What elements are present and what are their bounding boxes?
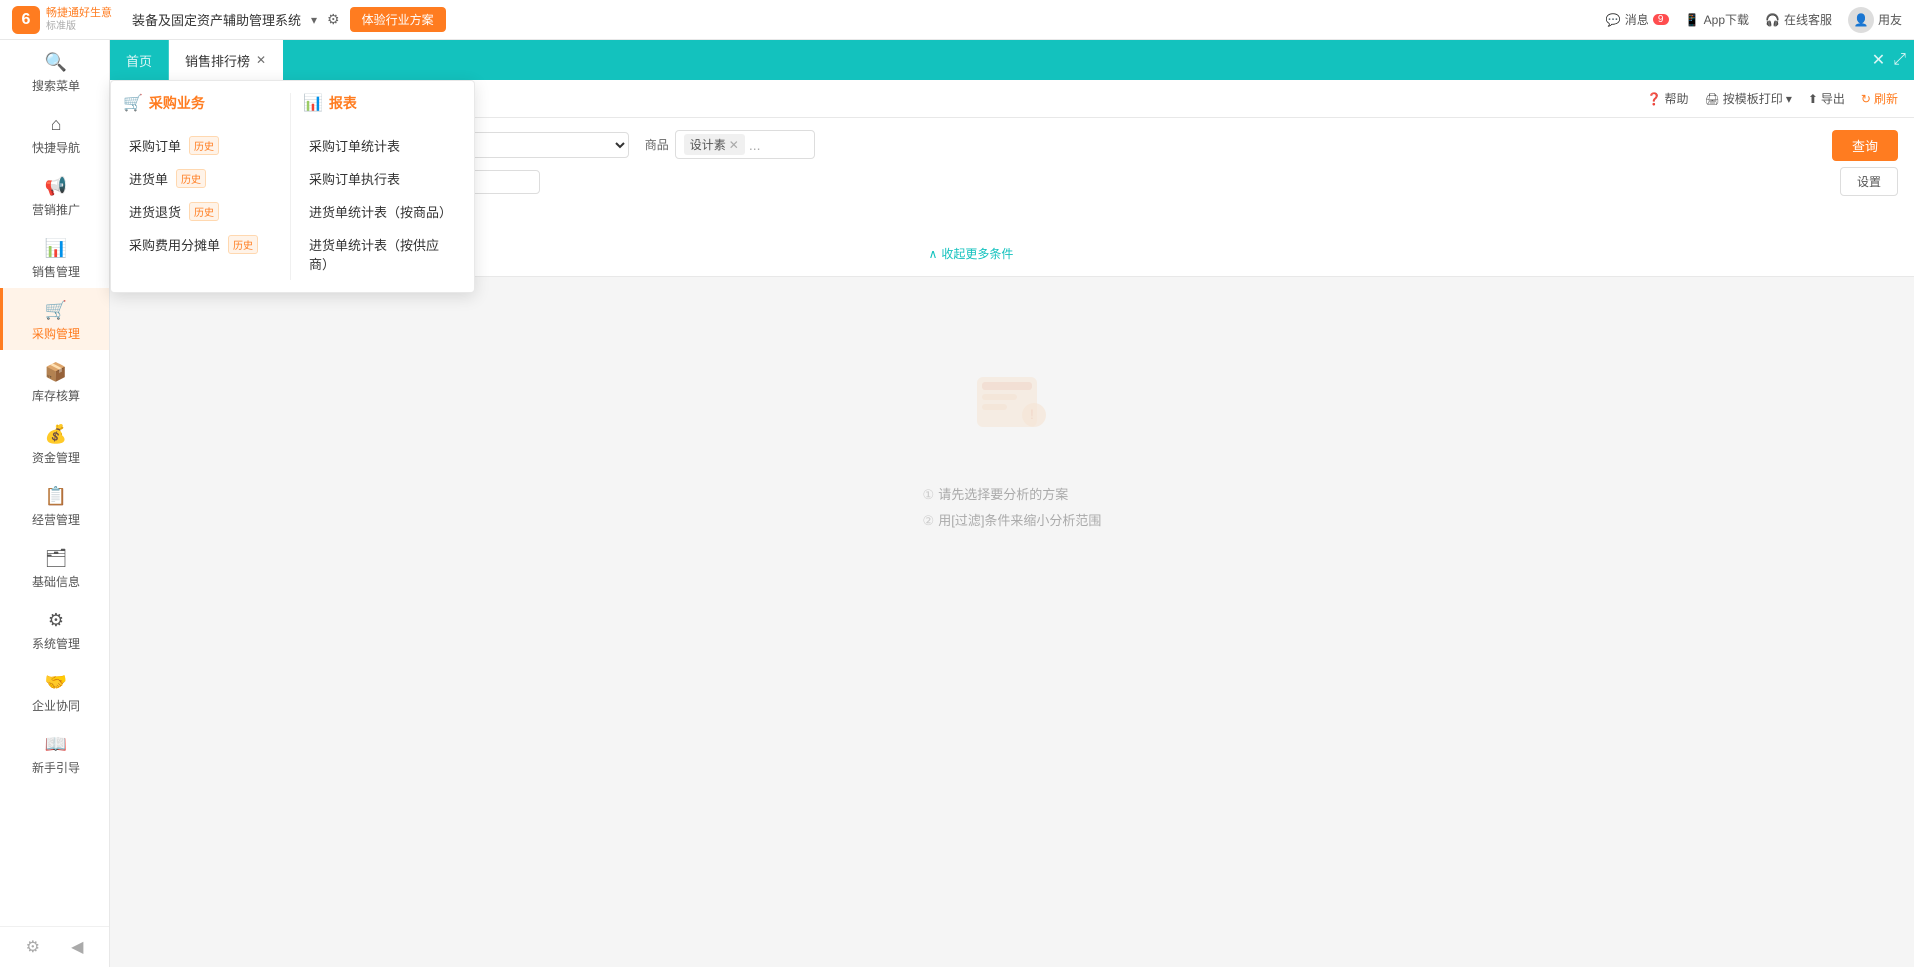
system-title: 装备及固定资产辅助管理系统 (132, 10, 301, 29)
cooperation-icon: 🤝 (44, 670, 68, 694)
header-right: 💬 消息 9 📱 App下载 🎧 在线客服 👤 用友 (1606, 7, 1902, 33)
print-btn[interactable]: 🖨 按模板打印 ▾ (1705, 90, 1792, 107)
print-icon: 🖨 (1705, 92, 1720, 106)
user-menu-btn[interactable]: 👤 用友 (1848, 7, 1902, 33)
dropdown-item-expense-split[interactable]: 采购费用分摊单 历史 (123, 228, 282, 261)
logo-area: 6 畅捷通好生意 标准版 (12, 6, 122, 34)
query-btn[interactable]: 查询 (1832, 130, 1898, 161)
user-avatar: 👤 (1848, 7, 1874, 33)
tab-close-btn[interactable]: ✕ (1872, 50, 1885, 70)
search-icon: 🔍 (44, 50, 68, 74)
phone-icon: 📱 (1685, 13, 1700, 27)
goods-dots[interactable]: ... (749, 137, 761, 153)
history-badge-2: 历史 (176, 169, 206, 188)
online-service-btn[interactable]: 🎧 在线客服 (1765, 11, 1832, 28)
guide-icon: 📖 (44, 732, 68, 756)
goods-tag: 设计素 ✕ (684, 134, 745, 155)
svg-text:!: ! (1030, 406, 1034, 422)
empty-hint: ①请先选择要分析的方案 ②用[过滤]条件来缩小分析范围 (923, 482, 1102, 534)
col-report-title: 📊 报表 (303, 93, 462, 119)
messages-btn[interactable]: 💬 消息 9 (1606, 11, 1669, 28)
tab-home[interactable]: 首页 (110, 40, 169, 80)
goods-tag-close[interactable]: ✕ (729, 138, 739, 152)
empty-state: ! ①请先选择要分析的方案 ②用[过滤]条件来缩小分析范围 (110, 277, 1914, 614)
tab-close-sales-rank[interactable]: ✕ (256, 53, 266, 67)
sidebar-item-cooperation[interactable]: 🤝 企业协同 (0, 660, 109, 722)
history-badge-3: 历史 (189, 202, 219, 221)
home-icon: ⌂ (44, 112, 68, 136)
voucher-status-select[interactable] (469, 132, 629, 158)
sidebar-item-guide[interactable]: 📖 新手引导 (0, 722, 109, 784)
dropdown-item-inbound-by-supplier[interactable]: 进货单统计表（按供应商） (303, 228, 462, 280)
sidebar-item-search[interactable]: 🔍 搜索菜单 (0, 40, 109, 102)
sidebar-item-quick-nav[interactable]: ⌂ 快捷导航 (0, 102, 109, 164)
sidebar-item-operations[interactable]: 📋 经营管理 (0, 474, 109, 536)
sidebar-item-system[interactable]: ⚙ 系统管理 (0, 598, 109, 660)
app-download-btn[interactable]: 📱 App下载 (1685, 11, 1749, 28)
dropdown-item-inbound-by-goods[interactable]: 进货单统计表（按商品） (303, 195, 462, 228)
gear-btn[interactable]: ⚙ (327, 11, 340, 28)
headset-icon: 🎧 (1765, 13, 1780, 27)
sidebar: 🔍 搜索菜单 ⌂ 快捷导航 📢 营销推广 📊 销售管理 🛒 采购管理 📦 库存核… (0, 40, 110, 967)
dropdown-col-report: 📊 报表 采购订单统计表 采购订单执行表 进货单统计表（按商品） 进货单统计表（… (290, 93, 462, 280)
logo-text: 畅捷通好生意 标准版 (46, 6, 112, 33)
system-dropdown-btn[interactable]: ▾ (311, 13, 317, 27)
export-icon: ⬆ (1808, 92, 1818, 106)
history-badge-1: 历史 (189, 136, 219, 155)
purchase-col-icon: 🛒 (123, 93, 143, 113)
operations-icon: 📋 (44, 484, 68, 508)
dropdown-col-purchase: 🛒 采购业务 采购订单 历史 进货单 历史 进货退货 历史 采购费用分摊单 历史 (123, 93, 282, 280)
sidebar-item-marketing[interactable]: 📢 营销推广 (0, 164, 109, 226)
sidebar-item-purchase[interactable]: 🛒 采购管理 (0, 288, 109, 350)
sidebar-item-sales[interactable]: 📊 销售管理 (0, 226, 109, 288)
sidebar-item-finance[interactable]: 💰 资金管理 (0, 412, 109, 474)
export-btn[interactable]: ⬆ 导出 (1808, 90, 1845, 107)
logo-icon: 6 (12, 6, 40, 34)
message-icon: 💬 (1606, 13, 1621, 27)
set-btn[interactable]: 设置 (1840, 167, 1898, 196)
report-col-icon: 📊 (303, 93, 323, 113)
refresh-icon: ↻ (1861, 92, 1871, 106)
help-icon: ❓ (1647, 92, 1662, 106)
tab-bar-end: ✕ ⤢ (1872, 40, 1914, 80)
messages-badge: 9 (1653, 14, 1669, 25)
dropdown-item-inbound[interactable]: 进货单 历史 (123, 162, 282, 195)
sidebar-bottom: ⚙ ◀ (0, 926, 109, 967)
dropdown-item-purchase-order[interactable]: 采购订单 历史 (123, 129, 282, 162)
tab-bar: 首页 销售排行榜 ✕ ✕ ⤢ (110, 40, 1914, 80)
refresh-btn[interactable]: ↻ 刷新 (1861, 90, 1898, 107)
inventory-icon: 📦 (44, 360, 68, 384)
help-btn[interactable]: ❓ 帮助 (1647, 90, 1689, 107)
chevron-up-icon: ∧ (929, 247, 938, 261)
tab-sales-rank[interactable]: 销售排行榜 ✕ (169, 40, 283, 80)
sidebar-collapse-btn[interactable]: ◀ (71, 937, 83, 957)
dropdown-item-order-exec[interactable]: 采购订单执行表 (303, 162, 462, 195)
history-badge-4: 历史 (228, 235, 258, 254)
filter-goods: 商品 设计素 ✕ ... (645, 130, 815, 159)
basic-info-icon: 🗂 (44, 546, 68, 570)
sidebar-item-basic-info[interactable]: 🗂 基础信息 (0, 536, 109, 598)
finance-icon: 💰 (44, 422, 68, 446)
marketing-icon: 📢 (44, 174, 68, 198)
dropdown-item-order-stat[interactable]: 采购订单统计表 (303, 129, 462, 162)
action-btns: 查询 设置 (1832, 130, 1898, 196)
tab-expand-btn[interactable]: ⤢ (1893, 51, 1906, 69)
industry-btn[interactable]: 体验行业方案 (350, 7, 446, 32)
sidebar-settings-btn[interactable]: ⚙ (26, 937, 40, 957)
sidebar-item-inventory[interactable]: 📦 库存核算 (0, 350, 109, 412)
dropdown-menu: 🛒 采购业务 采购订单 历史 进货单 历史 进货退货 历史 采购费用分摊单 历史… (110, 80, 475, 293)
col-purchase-title: 🛒 采购业务 (123, 93, 282, 119)
purchase-icon: 🛒 (44, 298, 68, 322)
top-header: 6 畅捷通好生意 标准版 装备及固定资产辅助管理系统 ▾ ⚙ 体验行业方案 💬 … (0, 0, 1914, 40)
empty-illustration: ! (962, 357, 1062, 466)
system-icon: ⚙ (44, 608, 68, 632)
header-middle: 装备及固定资产辅助管理系统 ▾ ⚙ 体验行业方案 (122, 7, 1606, 32)
dropdown-item-return[interactable]: 进货退货 历史 (123, 195, 282, 228)
sales-icon: 📊 (44, 236, 68, 260)
